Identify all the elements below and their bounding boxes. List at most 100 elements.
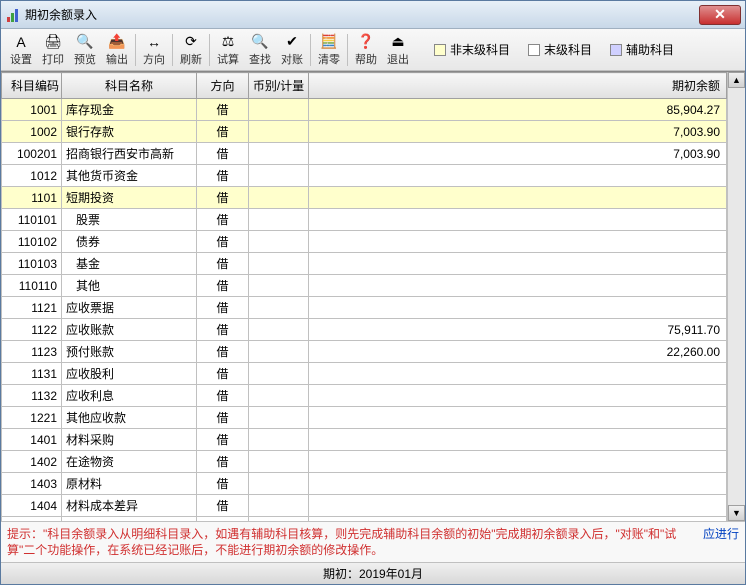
cell-code[interactable]: 1401 [2,429,62,451]
table-row[interactable]: 1101短期投资借 [2,187,727,209]
cell-code[interactable]: 100201 [2,143,62,165]
cell-code[interactable]: 1221 [2,407,62,429]
col-currency[interactable]: 币别/计量 [249,73,309,99]
cell-name[interactable]: 应收账款 [62,319,197,341]
table-row[interactable]: 1001库存现金借85,904.27 [2,99,727,121]
cell-currency[interactable] [249,385,309,407]
reconcile-button[interactable]: ✔对账 [276,31,308,69]
cell-name[interactable]: 材料成本差异 [62,495,197,517]
cell-direction[interactable]: 借 [197,429,249,451]
cell-code[interactable]: 1122 [2,319,62,341]
cell-balance[interactable]: 75,911.70 [309,319,727,341]
cell-balance[interactable] [309,297,727,319]
cell-name[interactable]: 其他货币资金 [62,165,197,187]
table-row[interactable]: 1402在途物资借 [2,451,727,473]
cell-code[interactable]: 1012 [2,165,62,187]
cell-currency[interactable] [249,143,309,165]
data-grid[interactable]: 科目编码 科目名称 方向 币别/计量 期初余额 1001库存现金借85,904.… [1,72,727,521]
exit-button[interactable]: ⏏退出 [382,31,414,69]
cell-name[interactable]: 招商银行西安市高新 [62,143,197,165]
cell-name[interactable]: 原材料 [62,473,197,495]
cell-code[interactable]: 110101 [2,209,62,231]
cell-direction[interactable]: 借 [197,407,249,429]
cell-currency[interactable] [249,363,309,385]
cell-balance[interactable] [309,473,727,495]
cell-direction[interactable]: 借 [197,209,249,231]
table-row[interactable]: 1012其他货币资金借 [2,165,727,187]
cell-code[interactable]: 1101 [2,187,62,209]
cell-balance[interactable] [309,165,727,187]
cell-code[interactable]: 1402 [2,451,62,473]
table-row[interactable]: 1122应收账款借 75,911.70 [2,319,727,341]
cell-balance[interactable] [309,363,727,385]
preview-button[interactable]: 🔍预览 [69,31,101,69]
cell-name[interactable]: 库存现金 [62,99,197,121]
cell-currency[interactable] [249,275,309,297]
cell-direction[interactable]: 借 [197,495,249,517]
cell-name[interactable]: 其他应收款 [62,407,197,429]
cell-balance[interactable] [309,231,727,253]
cell-currency[interactable] [249,121,309,143]
cell-currency[interactable] [249,231,309,253]
cell-direction[interactable]: 借 [197,297,249,319]
table-row[interactable]: 1403原材料借 [2,473,727,495]
cell-balance[interactable]: 7,003.90 [309,121,727,143]
cell-name[interactable]: 材料采购 [62,429,197,451]
cell-direction[interactable]: 借 [197,165,249,187]
table-row[interactable]: 110102债券借 [2,231,727,253]
cell-currency[interactable] [249,495,309,517]
cell-name[interactable]: 应收利息 [62,385,197,407]
cell-balance[interactable]: 22,260.00 [309,341,727,363]
col-direction[interactable]: 方向 [197,73,249,99]
cell-name[interactable]: 银行存款 [62,121,197,143]
table-row[interactable]: 1002银行存款借7,003.90 [2,121,727,143]
cell-direction[interactable]: 借 [197,143,249,165]
cell-code[interactable]: 110110 [2,275,62,297]
table-row[interactable]: 100201招商银行西安市高新借 7,003.90 [2,143,727,165]
settings-button[interactable]: A设置 [5,31,37,69]
clear-button[interactable]: 🧮清零 [313,31,345,69]
cell-balance[interactable] [309,495,727,517]
export-button[interactable]: 📤输出 [101,31,133,69]
table-row[interactable]: 1131应收股利借 [2,363,727,385]
table-row[interactable]: 1132应收利息借 [2,385,727,407]
cell-code[interactable]: 1121 [2,297,62,319]
cell-name[interactable]: 基金 [62,253,197,275]
cell-currency[interactable] [249,99,309,121]
refresh-button[interactable]: ⟳刷新 [175,31,207,69]
cell-currency[interactable] [249,341,309,363]
table-row[interactable]: 1121应收票据借 [2,297,727,319]
cell-code[interactable]: 1132 [2,385,62,407]
cell-direction[interactable]: 借 [197,319,249,341]
cell-direction[interactable]: 借 [197,473,249,495]
scroll-down-button[interactable]: ▼ [728,505,745,521]
cell-direction[interactable]: 借 [197,231,249,253]
cell-balance[interactable] [309,275,727,297]
cell-currency[interactable] [249,165,309,187]
vertical-scrollbar[interactable]: ▲ ▼ [727,72,745,521]
cell-name[interactable]: 其他 [62,275,197,297]
cell-direction[interactable]: 借 [197,187,249,209]
cell-currency[interactable] [249,297,309,319]
table-row[interactable]: 1401材料采购借 [2,429,727,451]
cell-currency[interactable] [249,407,309,429]
cell-name[interactable]: 股票 [62,209,197,231]
cell-currency[interactable] [249,253,309,275]
table-row[interactable]: 1404材料成本差异借 [2,495,727,517]
cell-name[interactable]: 短期投资 [62,187,197,209]
cell-balance[interactable] [309,407,727,429]
cell-name[interactable]: 在途物资 [62,451,197,473]
cell-direction[interactable]: 借 [197,341,249,363]
cell-currency[interactable] [249,473,309,495]
cell-code[interactable]: 1404 [2,495,62,517]
cell-code[interactable]: 1001 [2,99,62,121]
cell-code[interactable]: 110102 [2,231,62,253]
trial-button[interactable]: ⚖试算 [212,31,244,69]
cell-balance[interactable] [309,187,727,209]
scroll-up-button[interactable]: ▲ [728,72,745,88]
table-row[interactable]: 110103基金借 [2,253,727,275]
hint-action[interactable]: 应进行 [703,526,739,558]
cell-name[interactable]: 应收股利 [62,363,197,385]
cell-code[interactable]: 110103 [2,253,62,275]
cell-balance[interactable]: 7,003.90 [309,143,727,165]
